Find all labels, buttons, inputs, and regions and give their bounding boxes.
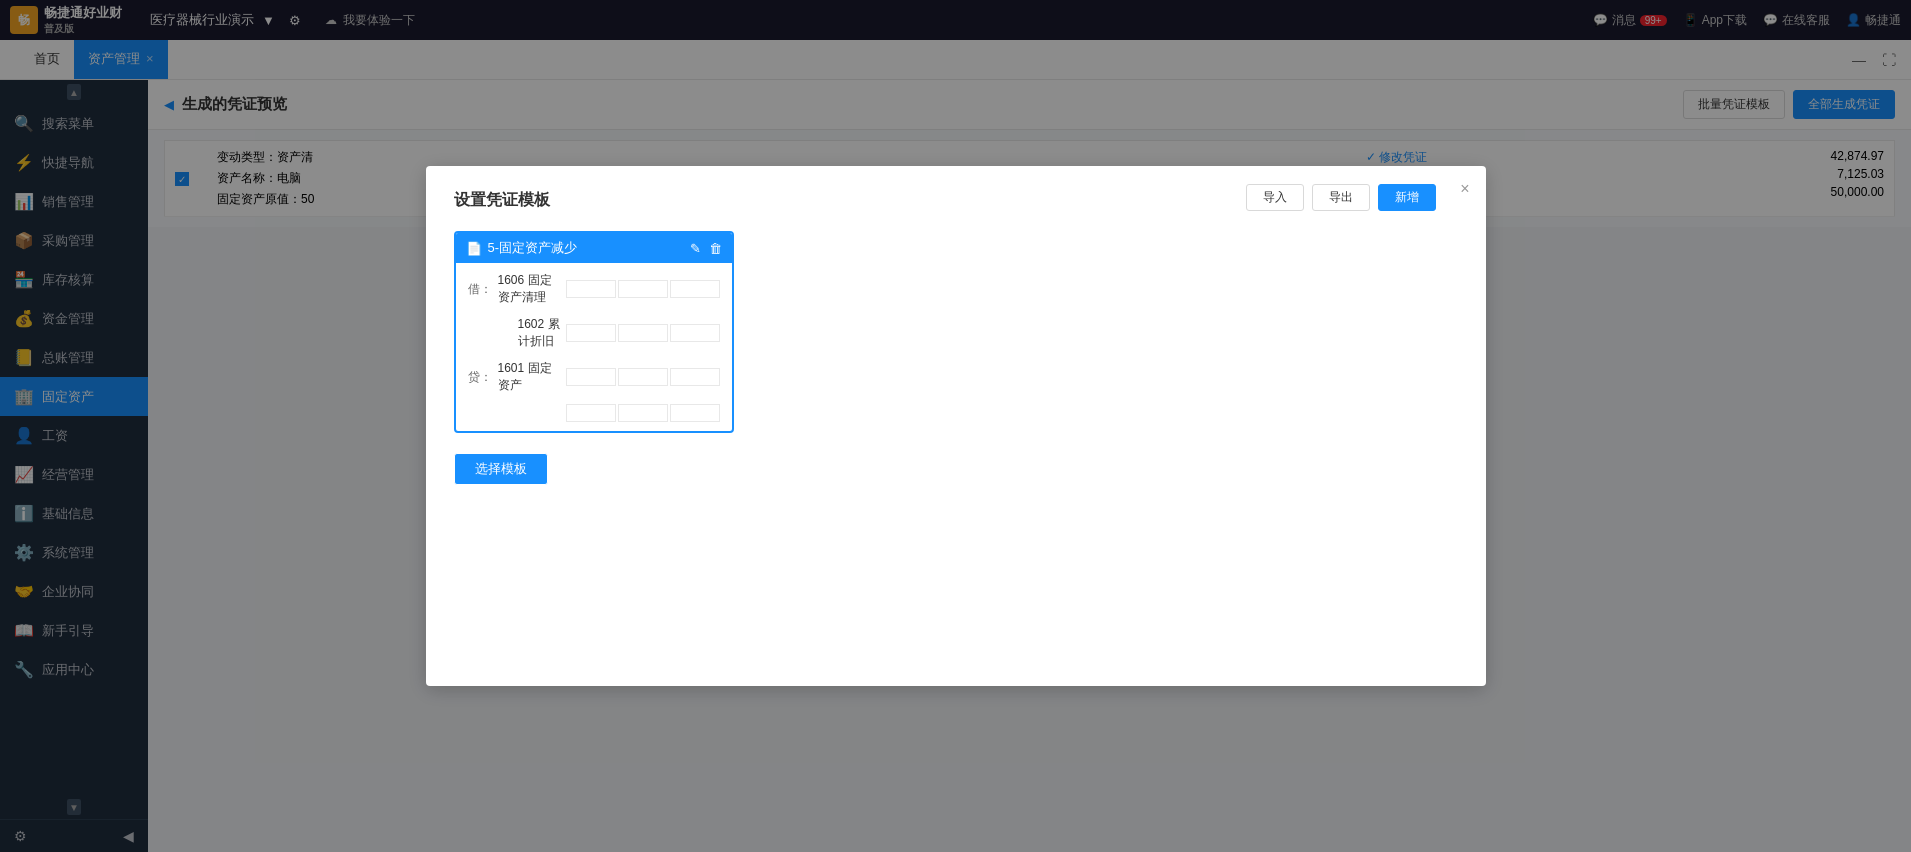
template-delete-icon[interactable]: 🗑 (709, 241, 722, 256)
cell-1-3 (670, 280, 720, 298)
cell-4-2 (618, 404, 668, 422)
cell-2-2 (618, 324, 668, 342)
template-entry-2: 1602 累计折旧 (456, 311, 732, 355)
cell-1-1 (566, 280, 616, 298)
cell-4-1 (566, 404, 616, 422)
template-actions: ✎ 🗑 (690, 241, 722, 256)
modal: 设置凭证模板 导入 导出 新增 × 📄 5-固定资产减少 (426, 166, 1486, 686)
modal-toolbar: 导入 导出 新增 (1246, 184, 1436, 211)
modal-close-button[interactable]: × (1460, 180, 1469, 198)
new-template-button[interactable]: 新增 (1378, 184, 1436, 211)
template-card-header: 📄 5-固定资产减少 ✎ 🗑 (456, 233, 732, 263)
cell-2-3 (670, 324, 720, 342)
template-edit-icon[interactable]: ✎ (690, 241, 701, 256)
import-button[interactable]: 导入 (1246, 184, 1304, 211)
cell-1-2 (618, 280, 668, 298)
cell-3-3 (670, 368, 720, 386)
select-template-area: 选择模板 (454, 453, 1458, 485)
content-area: ▲ 🔍 搜索菜单 ⚡ 快捷导航 📊 销售管理 📦 采购管理 🏪 库存核算 (0, 80, 1911, 852)
template-grid: 📄 5-固定资产减少 ✎ 🗑 借： 1606 固定资产清理 (454, 231, 1458, 433)
cell-4-3 (670, 404, 720, 422)
cell-2-1 (566, 324, 616, 342)
template-entry-3: 贷： 1601 固定资产 (456, 355, 732, 399)
modal-overlay[interactable]: 设置凭证模板 导入 导出 新增 × 📄 5-固定资产减少 (148, 80, 1911, 852)
template-card-body: 借： 1606 固定资产清理 1602 累计折旧 (456, 263, 732, 431)
cell-3-1 (566, 368, 616, 386)
template-entry-4 (456, 399, 732, 427)
template-entry-1: 借： 1606 固定资产清理 (456, 267, 732, 311)
export-button[interactable]: 导出 (1312, 184, 1370, 211)
main-area: ◀ 生成的凭证预览 批量凭证模板 全部生成凭证 ✓ (148, 80, 1911, 852)
select-template-button[interactable]: 选择模板 (454, 453, 548, 485)
template-card: 📄 5-固定资产减少 ✎ 🗑 借： 1606 固定资产清理 (454, 231, 734, 433)
cell-3-2 (618, 368, 668, 386)
